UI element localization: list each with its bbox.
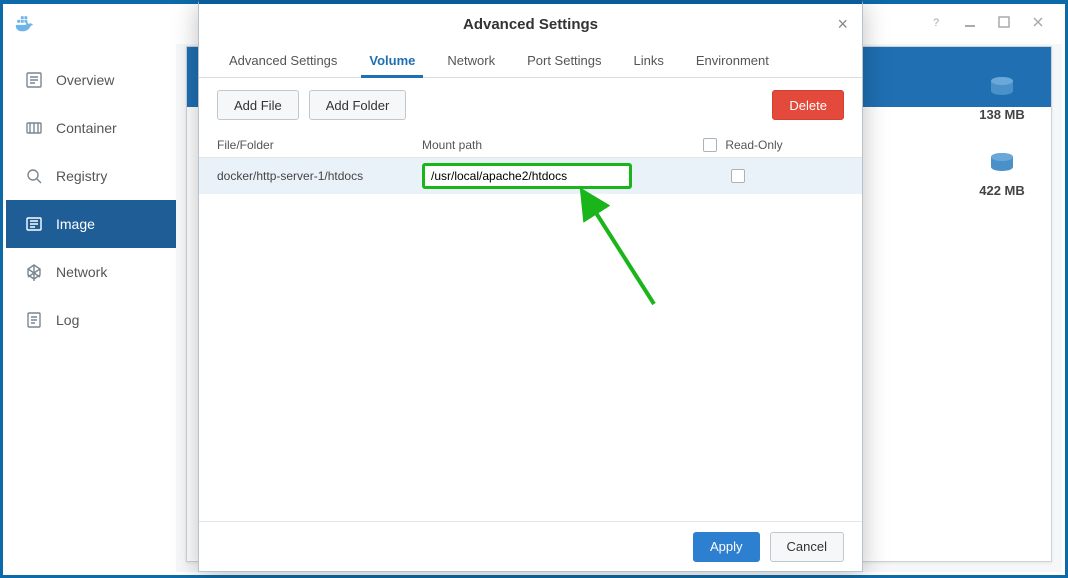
sidebar-item-label: Registry	[56, 168, 107, 184]
window-close-button[interactable]	[1027, 14, 1049, 30]
disk-size: 422 MB	[957, 183, 1047, 198]
disk-card[interactable]: 138 MB	[957, 76, 1047, 122]
window-maximize-button[interactable]	[993, 14, 1015, 30]
disk-icon	[957, 152, 1047, 179]
tab-volume[interactable]: Volume	[353, 43, 431, 77]
network-icon	[24, 262, 44, 282]
tab-label: Environment	[696, 53, 769, 68]
tab-label: Advanced Settings	[229, 53, 337, 68]
tab-label: Network	[447, 53, 495, 68]
svg-text:?: ?	[933, 17, 939, 28]
modal-tabs: Advanced Settings Volume Network Port Se…	[199, 44, 862, 78]
table-row[interactable]: docker/http-server-1/htdocs	[199, 158, 862, 194]
readonly-header-checkbox[interactable]	[703, 138, 717, 152]
log-icon	[24, 310, 44, 330]
sidebar: Overview Container Registry Image Networ…	[6, 44, 176, 572]
tab-links[interactable]: Links	[618, 43, 680, 77]
sidebar-item-container[interactable]: Container	[6, 104, 176, 152]
add-folder-button[interactable]: Add Folder	[309, 90, 407, 120]
sidebar-item-label: Log	[56, 312, 79, 328]
close-icon[interactable]: ×	[837, 14, 848, 35]
column-file-folder: File/Folder	[217, 138, 422, 152]
sidebar-item-label: Image	[56, 216, 95, 232]
window-minimize-button[interactable]	[959, 14, 981, 30]
column-read-only: Read-Only	[642, 138, 844, 152]
cancel-button[interactable]: Cancel	[770, 532, 844, 562]
sidebar-item-registry[interactable]: Registry	[6, 152, 176, 200]
sidebar-item-label: Container	[56, 120, 117, 136]
delete-button[interactable]: Delete	[772, 90, 844, 120]
sidebar-item-label: Overview	[56, 72, 114, 88]
disk-size: 138 MB	[957, 107, 1047, 122]
disk-icon	[957, 76, 1047, 103]
sidebar-item-network[interactable]: Network	[6, 248, 176, 296]
file-folder-cell: docker/http-server-1/htdocs	[217, 169, 422, 183]
mount-path-input[interactable]	[431, 169, 623, 183]
image-icon	[24, 214, 44, 234]
tab-port-settings[interactable]: Port Settings	[511, 43, 617, 77]
mount-path-highlight	[422, 163, 632, 189]
tab-label: Links	[634, 53, 664, 68]
add-file-button[interactable]: Add File	[217, 90, 299, 120]
volume-table-header: File/Folder Mount path Read-Only	[199, 132, 862, 158]
modal-title: Advanced Settings	[463, 16, 598, 33]
readonly-checkbox[interactable]	[731, 169, 745, 183]
disk-list: 138 MB 422 MB	[957, 76, 1047, 228]
docker-whale-icon	[13, 12, 43, 32]
sidebar-item-log[interactable]: Log	[6, 296, 176, 344]
sidebar-item-label: Network	[56, 264, 107, 280]
modal-wrapper: Advanced Settings × Advanced Settings Vo…	[198, 0, 863, 578]
column-mount-path: Mount path	[422, 138, 642, 152]
column-label: Read-Only	[725, 138, 782, 152]
apply-button[interactable]: Apply	[693, 532, 760, 562]
volume-toolbar: Add File Add Folder Delete	[199, 78, 862, 132]
tab-label: Port Settings	[527, 53, 601, 68]
annotation-arrow	[569, 184, 669, 314]
sidebar-item-image[interactable]: Image	[6, 200, 176, 248]
window-help-button[interactable]: ?	[925, 14, 947, 30]
registry-icon	[24, 166, 44, 186]
tab-network[interactable]: Network	[431, 43, 511, 77]
tab-label: Volume	[369, 53, 415, 68]
sidebar-item-overview[interactable]: Overview	[6, 56, 176, 104]
disk-card[interactable]: 422 MB	[957, 152, 1047, 198]
container-icon	[24, 118, 44, 138]
modal-footer: Apply Cancel	[199, 521, 862, 571]
advanced-settings-modal: Advanced Settings × Advanced Settings Vo…	[198, 0, 863, 572]
tab-environment[interactable]: Environment	[680, 43, 785, 77]
overview-icon	[24, 70, 44, 90]
tab-advanced-settings[interactable]: Advanced Settings	[213, 43, 353, 77]
